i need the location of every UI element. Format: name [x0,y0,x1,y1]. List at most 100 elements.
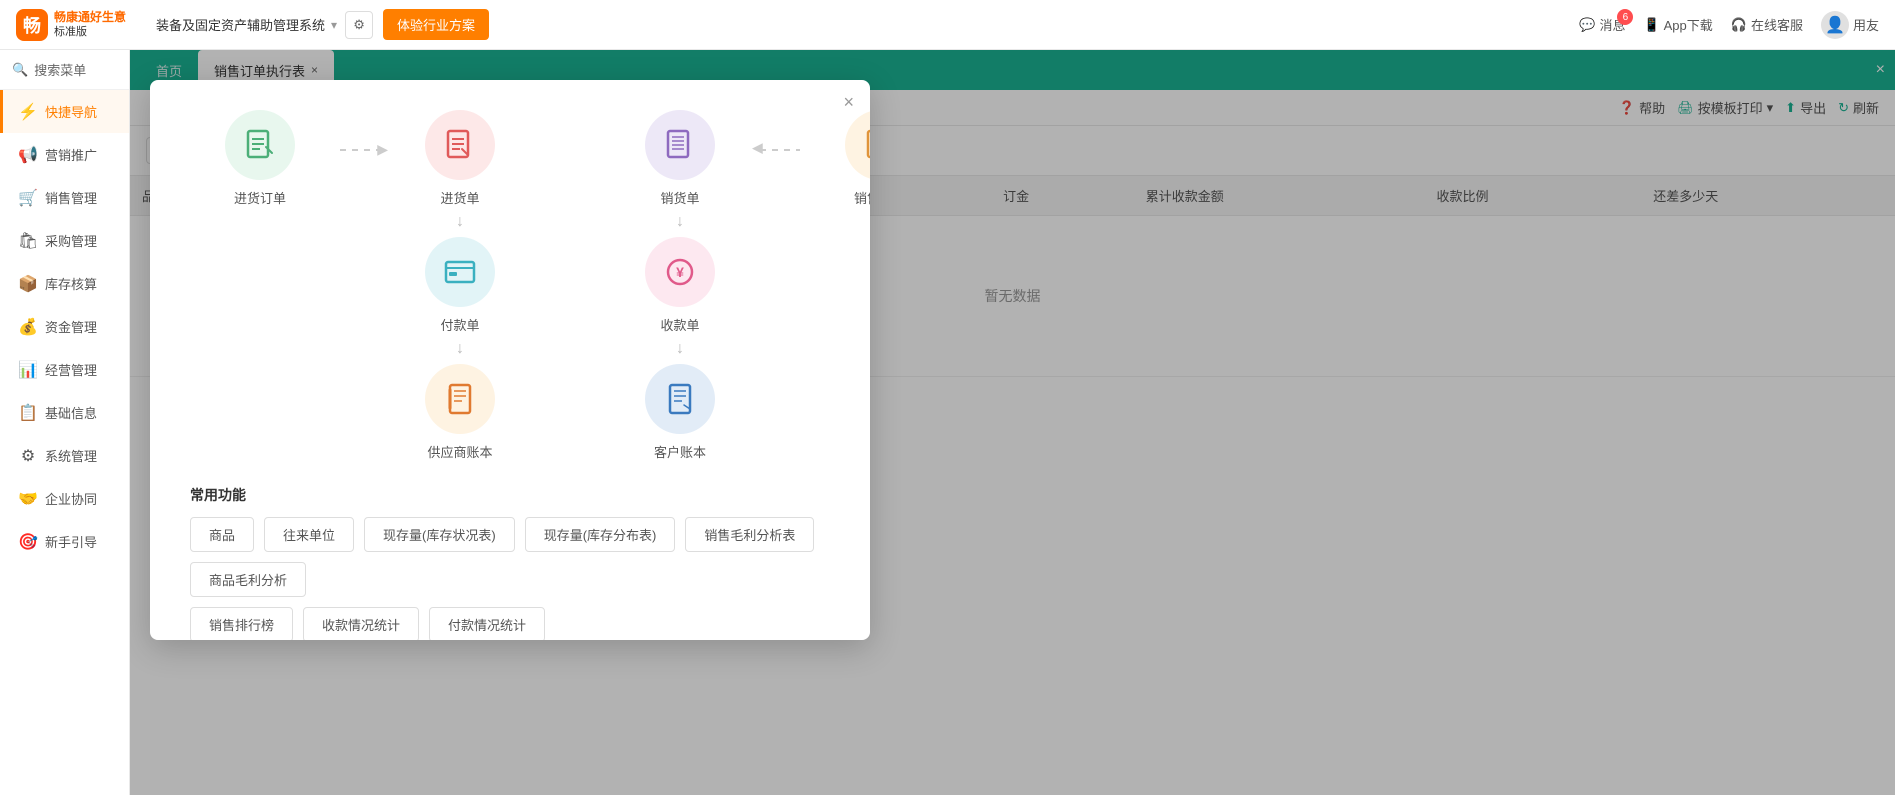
sidebar-item-label: 资金管理 [45,317,97,336]
guide-icon: 🎯 [19,533,37,551]
sidebar-item-label: 系统管理 [45,446,97,465]
experience-button[interactable]: 体验行业方案 [383,9,489,40]
func-btn-sales-profit[interactable]: 销售毛利分析表 [685,517,814,552]
func-btn-stock-status[interactable]: 现存量(库存状况表) [364,517,515,552]
app-label: App下载 [1664,15,1713,34]
payment-out-label: 付款单 [440,315,479,334]
supplier-book-label: 供应商账本 [427,442,492,461]
message-badge: 6 [1617,9,1633,25]
flow-node-customer-book[interactable]: 客户账本 [645,364,715,461]
modal-box: × 进货订单 ▶ [150,80,870,640]
flow-node-payment-out[interactable]: 付款单 [425,237,495,334]
sidebar: 🔍 搜索菜单 ⚡ 快捷导航 📢 营销推广 🛒 销售管理 🛍 采购管理 📦 [0,50,130,795]
sidebar-item-label: 基础信息 [45,403,97,422]
sidebar-item-operation[interactable]: 📊 经营管理 [0,348,129,391]
sale-order-icon [845,110,870,180]
app-download-button[interactable]: 📱 App下载 [1643,15,1712,34]
arrow-down-payment-in: ↓ [676,340,684,358]
service-label: 在线客服 [1751,15,1803,34]
customer-book-icon [645,364,715,434]
sidebar-item-collab[interactable]: 🤝 企业协同 [0,477,129,520]
inventory-icon: 📦 [19,275,37,293]
content-area: 首页 销售订单执行表 × × ❓ 帮助 🖨 按模板打印 ▾ [130,50,1895,795]
sidebar-item-purchase[interactable]: 🛍 采购管理 [0,219,129,262]
purchase-order-label: 进货订单 [234,188,286,207]
basic-info-icon: 📋 [19,404,37,422]
system-icon: ⚙ [19,447,37,465]
sidebar-item-label: 新手引导 [45,532,97,551]
purchase-order-icon [225,110,295,180]
func-buttons-row2: 销售排行榜 收款情况统计 付款情况统计 [190,607,830,640]
sidebar-item-sales[interactable]: 🛒 销售管理 [0,176,129,219]
sidebar-item-label: 采购管理 [45,231,97,250]
flow-node-supplier-book[interactable]: 供应商账本 [425,364,495,461]
brand-name: 畅康通好生意 [54,10,126,26]
sidebar-item-quick-nav[interactable]: ⚡ 快捷导航 [0,90,129,133]
logo-icon: 畅 [16,9,48,41]
sidebar-item-label: 快捷导航 [45,102,97,121]
purchase-icon [425,110,495,180]
service-icon: 🎧 [1731,17,1747,33]
logo-text: 畅康通好生意 标准版 [54,10,126,40]
sidebar-item-label: 经营管理 [45,360,97,379]
func-btn-product[interactable]: 商品 [190,517,254,552]
system-name: 装备及固定资产辅助管理系统 ▾ [156,15,337,34]
func-btn-receipt-stats[interactable]: 收款情况统计 [303,607,419,640]
modal-close-button[interactable]: × [843,92,854,113]
sidebar-item-inventory[interactable]: 📦 库存核算 [0,262,129,305]
purchase-label: 进货单 [440,188,479,207]
sidebar-item-marketing[interactable]: 📢 营销推广 [0,133,129,176]
sales-icon: 🛒 [19,189,37,207]
sidebar-item-guide[interactable]: 🎯 新手引导 [0,520,129,563]
dropdown-arrow-icon[interactable]: ▾ [331,18,337,32]
sidebar-item-basic-info[interactable]: 📋 基础信息 [0,391,129,434]
func-btn-stock-dist[interactable]: 现存量(库存分布表) [525,517,676,552]
flow-node-sale[interactable]: 销货单 [645,110,715,207]
logo-area: 畅 畅康通好生意 标准版 [16,9,146,41]
collab-icon: 🤝 [19,490,37,508]
sidebar-item-label: 库存核算 [45,274,97,293]
user-label: 用友 [1853,15,1879,34]
purchase-icon: 🛍 [19,232,37,250]
operation-icon: 📊 [19,361,37,379]
app-icon: 📱 [1643,17,1659,33]
message-icon: 💬 [1579,17,1595,33]
settings-button[interactable]: ⚙ [345,11,373,39]
func-buttons: 商品 往来单位 现存量(库存状况表) 现存量(库存分布表) 销售毛利分析表 商品… [190,517,830,597]
payment-in-icon: ¥ [645,237,715,307]
sidebar-item-label: 企业协同 [45,489,97,508]
modal-overlay: × 进货订单 ▶ [130,50,1895,795]
marketing-icon: 📢 [19,146,37,164]
arrow-down-payment-out: ↓ [456,340,464,358]
finance-icon: 💰 [19,318,37,336]
sidebar-item-label: 销售管理 [45,188,97,207]
arrow-down-sale: ↓ [676,213,684,231]
top-bar: 畅 畅康通好生意 标准版 装备及固定资产辅助管理系统 ▾ ⚙ 体验行业方案 💬 … [0,0,1895,50]
system-name-text: 装备及固定资产辅助管理系统 [156,15,325,34]
user-avatar-button[interactable]: 👤 用友 [1821,11,1879,39]
func-btn-sales-rank[interactable]: 销售排行榜 [190,607,293,640]
sidebar-item-system[interactable]: ⚙ 系统管理 [0,434,129,477]
arrow-purchase-to-purchase: ▶ [340,149,380,151]
sidebar-item-finance[interactable]: 💰 资金管理 [0,305,129,348]
flow-node-payment-in[interactable]: ¥ 收款单 [645,237,715,334]
arrow-sale-order-to-sale: ▶ [760,149,800,151]
payment-out-icon [425,237,495,307]
search-icon: 🔍 [12,62,28,78]
common-functions: 常用功能 商品 往来单位 现存量(库存状况表) 现存量(库存分布表) 销售毛利分… [190,485,830,640]
search-menu-button[interactable]: 🔍 搜索菜单 [0,50,129,90]
flow-node-purchase[interactable]: 进货单 [425,110,495,207]
flow-node-purchase-order[interactable]: 进货订单 [225,110,295,207]
func-btn-product-profit[interactable]: 商品毛利分析 [190,562,306,597]
avatar: 👤 [1821,11,1849,39]
sidebar-item-label: 营销推广 [45,145,97,164]
sale-order-label: 销售订单 [854,188,870,207]
customer-service-button[interactable]: 🎧 在线客服 [1731,15,1803,34]
message-button[interactable]: 💬 消息 6 [1579,15,1625,34]
func-btn-payment-stats[interactable]: 付款情况统计 [429,607,545,640]
sale-icon [645,110,715,180]
flow-node-sale-order[interactable]: 销售订单 [845,110,870,207]
brand-version: 标准版 [54,25,126,39]
quick-nav-icon: ⚡ [19,103,37,121]
func-btn-partner[interactable]: 往来单位 [264,517,354,552]
